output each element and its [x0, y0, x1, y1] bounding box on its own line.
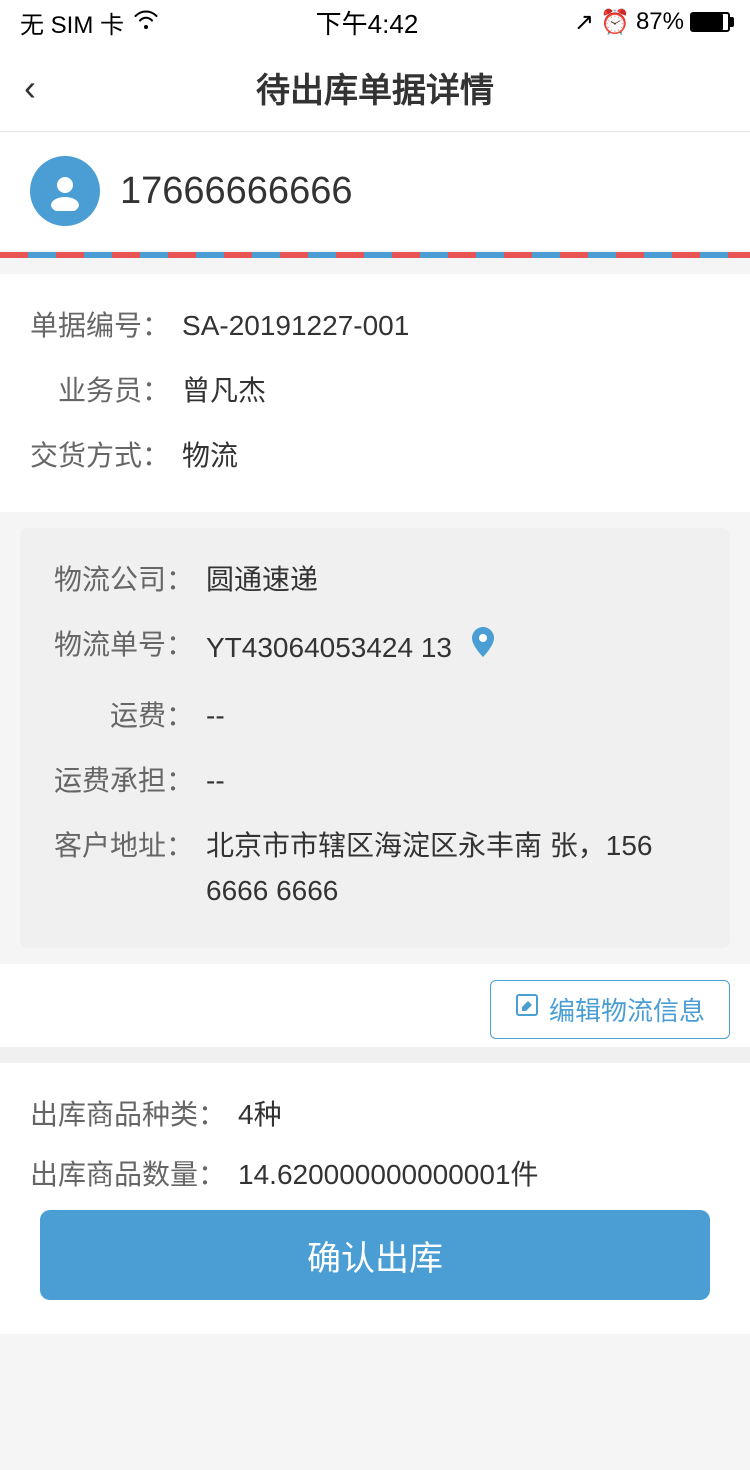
confirm-outbound-button[interactable]: 确认出库	[40, 1210, 710, 1300]
carrier-text: 无 SIM 卡	[20, 5, 124, 40]
back-button[interactable]: ‹	[24, 67, 36, 109]
goods-quantity-label: 出库商品数量：	[30, 1153, 226, 1193]
freight-label: 运费：	[44, 694, 194, 739]
alarm-icon: ⏰	[600, 8, 630, 37]
edit-icon	[515, 993, 541, 1026]
status-left: 无 SIM 卡	[20, 5, 160, 40]
dashed-divider	[0, 252, 750, 258]
freight-value: --	[206, 694, 706, 739]
freight-row: 运费： --	[44, 684, 706, 749]
page-title: 待出库单据详情	[256, 63, 494, 112]
edit-logistics-label: 编辑物流信息	[549, 991, 705, 1028]
battery-icon	[690, 12, 730, 32]
wifi-icon	[132, 8, 160, 37]
logistics-company-value: 圆通速递	[206, 558, 706, 603]
avatar	[30, 156, 100, 226]
status-right: ↗ ⏰ 87%	[574, 8, 730, 37]
nav-bar: ‹ 待出库单据详情	[0, 44, 750, 132]
tracking-number-value: YT43064053424 13	[206, 623, 706, 674]
location-status-icon: ↗	[574, 8, 594, 37]
edit-logistics-button[interactable]: 编辑物流信息	[490, 980, 730, 1039]
delivery-method-value: 物流	[182, 434, 720, 479]
address-row: 客户地址： 北京市市辖区海淀区永丰南 张，156 6666 6666	[44, 814, 706, 924]
location-pin-icon[interactable]	[468, 623, 498, 674]
delivery-method-row: 交货方式： 物流	[30, 424, 720, 489]
freight-bearer-row: 运费承担： --	[44, 749, 706, 814]
doc-number-row: 单据编号： SA-20191227-001	[30, 294, 720, 359]
goods-type-row: 出库商品种类： 4种	[30, 1083, 720, 1143]
tracking-number-row: 物流单号： YT43064053424 13	[44, 613, 706, 684]
delivery-method-label: 交货方式：	[30, 434, 170, 479]
address-value: 北京市市辖区海淀区永丰南 张，156 6666 6666	[206, 824, 706, 914]
salesperson-value: 曾凡杰	[182, 369, 720, 414]
status-bar: 无 SIM 卡 下午4:42 ↗ ⏰ 87%	[0, 0, 750, 44]
address-label: 客户地址：	[44, 824, 194, 869]
status-time: 下午4:42	[316, 4, 419, 41]
edit-btn-row: 编辑物流信息	[0, 964, 750, 1047]
logistics-section: 物流公司： 圆通速递 物流单号： YT43064053424 13 运费： --…	[20, 528, 730, 947]
customer-phone: 17666666666	[120, 170, 352, 213]
goods-type-label: 出库商品种类：	[30, 1093, 226, 1133]
freight-bearer-label: 运费承担：	[44, 759, 194, 804]
tracking-number-label: 物流单号：	[44, 623, 194, 668]
salesperson-label: 业务员：	[30, 369, 170, 414]
logistics-company-label: 物流公司：	[44, 558, 194, 603]
goods-quantity-value: 14.620000000000001件	[238, 1153, 539, 1193]
battery-text: 87%	[636, 8, 684, 36]
document-info-section: 单据编号： SA-20191227-001 业务员： 曾凡杰 交货方式： 物流	[0, 274, 750, 512]
customer-header: 17666666666	[0, 132, 750, 250]
salesperson-row: 业务员： 曾凡杰	[30, 359, 720, 424]
goods-type-value: 4种	[238, 1093, 282, 1133]
doc-number-value: SA-20191227-001	[182, 304, 720, 349]
bottom-area: 确认出库	[0, 1190, 750, 1334]
logistics-company-row: 物流公司： 圆通速递	[44, 548, 706, 613]
doc-number-label: 单据编号：	[30, 304, 170, 349]
freight-bearer-value: --	[206, 759, 706, 804]
section-separator	[0, 1047, 750, 1063]
